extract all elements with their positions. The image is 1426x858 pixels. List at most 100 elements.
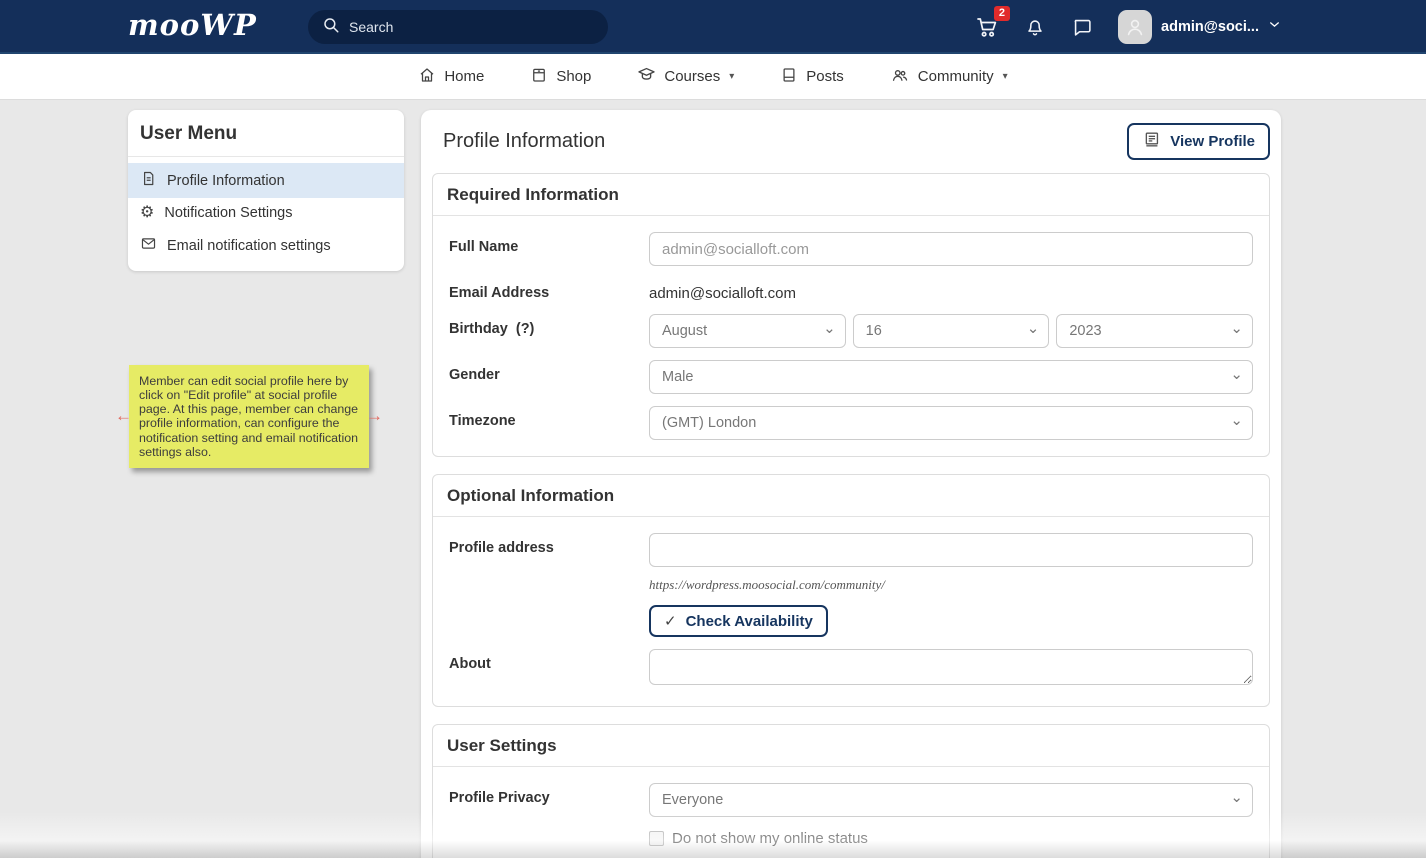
chevron-down-icon: ⌄: [1026, 320, 1040, 337]
email-label: Email Address: [449, 285, 550, 301]
timezone-select[interactable]: (GMT) London ⌄: [649, 406, 1253, 440]
view-profile-button[interactable]: View Profile: [1127, 123, 1270, 160]
nav-item-posts[interactable]: Posts: [780, 66, 844, 88]
chevron-down-icon: ⌄: [1230, 320, 1243, 337]
section-title: User Settings: [433, 725, 1269, 767]
about-label: About: [449, 656, 491, 672]
cart-badge: 2: [993, 6, 1011, 21]
nav-item-courses[interactable]: Courses ▾: [637, 65, 734, 88]
online-status-label: Do not show my online status: [672, 830, 868, 847]
section-optional-information: Optional Information Profile address htt…: [432, 474, 1270, 707]
nav-label-posts: Posts: [806, 68, 844, 85]
sidebar-item-notification-settings[interactable]: ⚙ Notification Settings: [128, 198, 404, 228]
chevron-down-icon: ⌄: [1230, 366, 1243, 383]
full-name-input[interactable]: [649, 232, 1253, 266]
community-caret-icon: ▾: [1002, 71, 1008, 82]
chevron-down-icon: ⌄: [823, 320, 836, 337]
sidebar-item-profile-information[interactable]: Profile Information: [128, 163, 404, 198]
birthday-year-select[interactable]: 2023 ⌄: [1056, 314, 1253, 348]
nav-label-courses: Courses: [664, 68, 721, 85]
sidebar-item-label: Email notification settings: [167, 237, 331, 254]
nav-item-shop[interactable]: Shop: [530, 66, 591, 88]
user-menu-card: User Menu Profile Information ⚙ Notifica…: [128, 110, 404, 271]
courses-caret-icon: ▾: [729, 71, 735, 82]
profile-address-input[interactable]: [649, 533, 1253, 567]
topbar-actions: 2 admin@soci...: [975, 0, 1281, 54]
gender-label: Gender: [449, 367, 500, 383]
birthday-month-select[interactable]: August ⌄: [649, 314, 846, 348]
birthday-label: Birthday (?): [449, 314, 649, 348]
user-avatar: [1118, 10, 1153, 44]
section-title: Required Information: [433, 174, 1269, 216]
search-bar[interactable]: [308, 10, 608, 44]
check-availability-label: Check Availability: [685, 612, 813, 630]
annotation-arrow-left-icon: ←: [115, 406, 132, 425]
site-logo[interactable]: mooWP: [128, 8, 257, 42]
birthday-help-tooltip[interactable]: (?): [516, 321, 535, 337]
nav-label-home: Home: [444, 68, 485, 85]
view-profile-label: View Profile: [1170, 133, 1255, 150]
birthday-row: Birthday (?) August ⌄ 16 ⌄ 2023 ⌄: [449, 314, 1253, 348]
profile-address-hint: https://wordpress.moosocial.com/communit…: [649, 577, 885, 592]
nav-label-community: Community: [917, 68, 994, 85]
full-name-label: Full Name: [449, 239, 519, 255]
online-status-checkbox[interactable]: [649, 831, 664, 846]
profile-address-label: Profile address: [449, 540, 554, 556]
birthday-year-value: 2023: [1069, 323, 1102, 339]
timezone-label: Timezone: [449, 413, 516, 429]
check-availability-button[interactable]: ✓ Check Availability: [649, 605, 828, 637]
content-area: User Menu Profile Information ⚙ Notifica…: [0, 100, 1426, 858]
nav-item-community[interactable]: Community ▾: [890, 65, 1008, 89]
chevron-down-icon: [1268, 18, 1281, 36]
sidebar-item-email-notification-settings[interactable]: Email notification settings: [128, 228, 404, 263]
chevron-down-icon: ⌄: [1230, 789, 1243, 806]
home-icon: [418, 66, 436, 88]
messages-icon[interactable]: [1071, 16, 1093, 38]
full-name-row: Full Name: [449, 232, 1253, 266]
main-nav: Home Shop Courses ▾ Posts Community ▾: [0, 54, 1426, 100]
view-profile-icon: [1142, 130, 1161, 153]
shop-icon: [530, 66, 548, 88]
profile-privacy-label: Profile Privacy: [449, 790, 550, 806]
birthday-label-text: Birthday: [449, 321, 508, 337]
envelope-icon: [140, 235, 157, 256]
section-user-settings: User Settings Profile Privacy Everyone ⌄…: [432, 724, 1270, 858]
birthday-day-select[interactable]: 16 ⌄: [852, 314, 1050, 348]
sidebar-item-label: Notification Settings: [164, 205, 293, 221]
top-navbar: mooWP 2: [0, 0, 1426, 54]
profile-document-icon: [140, 170, 157, 191]
gear-icon: ⚙: [140, 204, 155, 221]
section-title: Optional Information: [433, 475, 1269, 517]
birthday-month-value: August: [662, 323, 708, 339]
profile-privacy-row: Profile Privacy Everyone ⌄ Do not show m…: [449, 783, 1253, 858]
notifications-bell-icon[interactable]: [1024, 16, 1046, 38]
check-icon: ✓: [664, 613, 677, 630]
birthday-day-value: 16: [865, 323, 882, 339]
gender-value: Male: [662, 369, 694, 385]
search-icon: [322, 16, 340, 39]
profile-address-row: Profile address https://wordpress.moosoc…: [449, 533, 1253, 637]
posts-icon: [780, 66, 798, 88]
chevron-down-icon: ⌄: [1230, 412, 1243, 429]
nav-item-home[interactable]: Home: [418, 66, 484, 88]
about-textarea[interactable]: [649, 649, 1253, 685]
profile-privacy-select[interactable]: Everyone ⌄: [649, 783, 1253, 817]
section-required-information: Required Information Full Name Email Add…: [432, 173, 1270, 457]
account-label: admin@soci...: [1161, 19, 1259, 35]
gender-select[interactable]: Male ⌄: [649, 360, 1253, 394]
search-input[interactable]: [349, 19, 594, 35]
gender-row: Gender Male ⌄: [449, 360, 1253, 394]
profile-privacy-value: Everyone: [662, 792, 724, 808]
annotation-arrow-right-icon: →: [366, 406, 383, 425]
community-icon: [890, 65, 910, 89]
annotation-sticky-note: ← Member can edit social profile here by…: [115, 365, 383, 468]
profile-edit-panel: Profile Information View Profile Require…: [421, 110, 1281, 858]
online-status-option: Do not show my online status: [649, 830, 1253, 847]
timezone-row: Timezone (GMT) London ⌄: [449, 406, 1253, 440]
cart-icon[interactable]: 2: [975, 6, 1011, 39]
panel-header: Profile Information View Profile: [432, 110, 1270, 173]
account-menu[interactable]: admin@soci...: [1118, 10, 1281, 44]
courses-icon: [637, 65, 656, 88]
annotation-text: Member can edit social profile here by c…: [139, 374, 359, 459]
user-menu-title: User Menu: [128, 110, 404, 157]
